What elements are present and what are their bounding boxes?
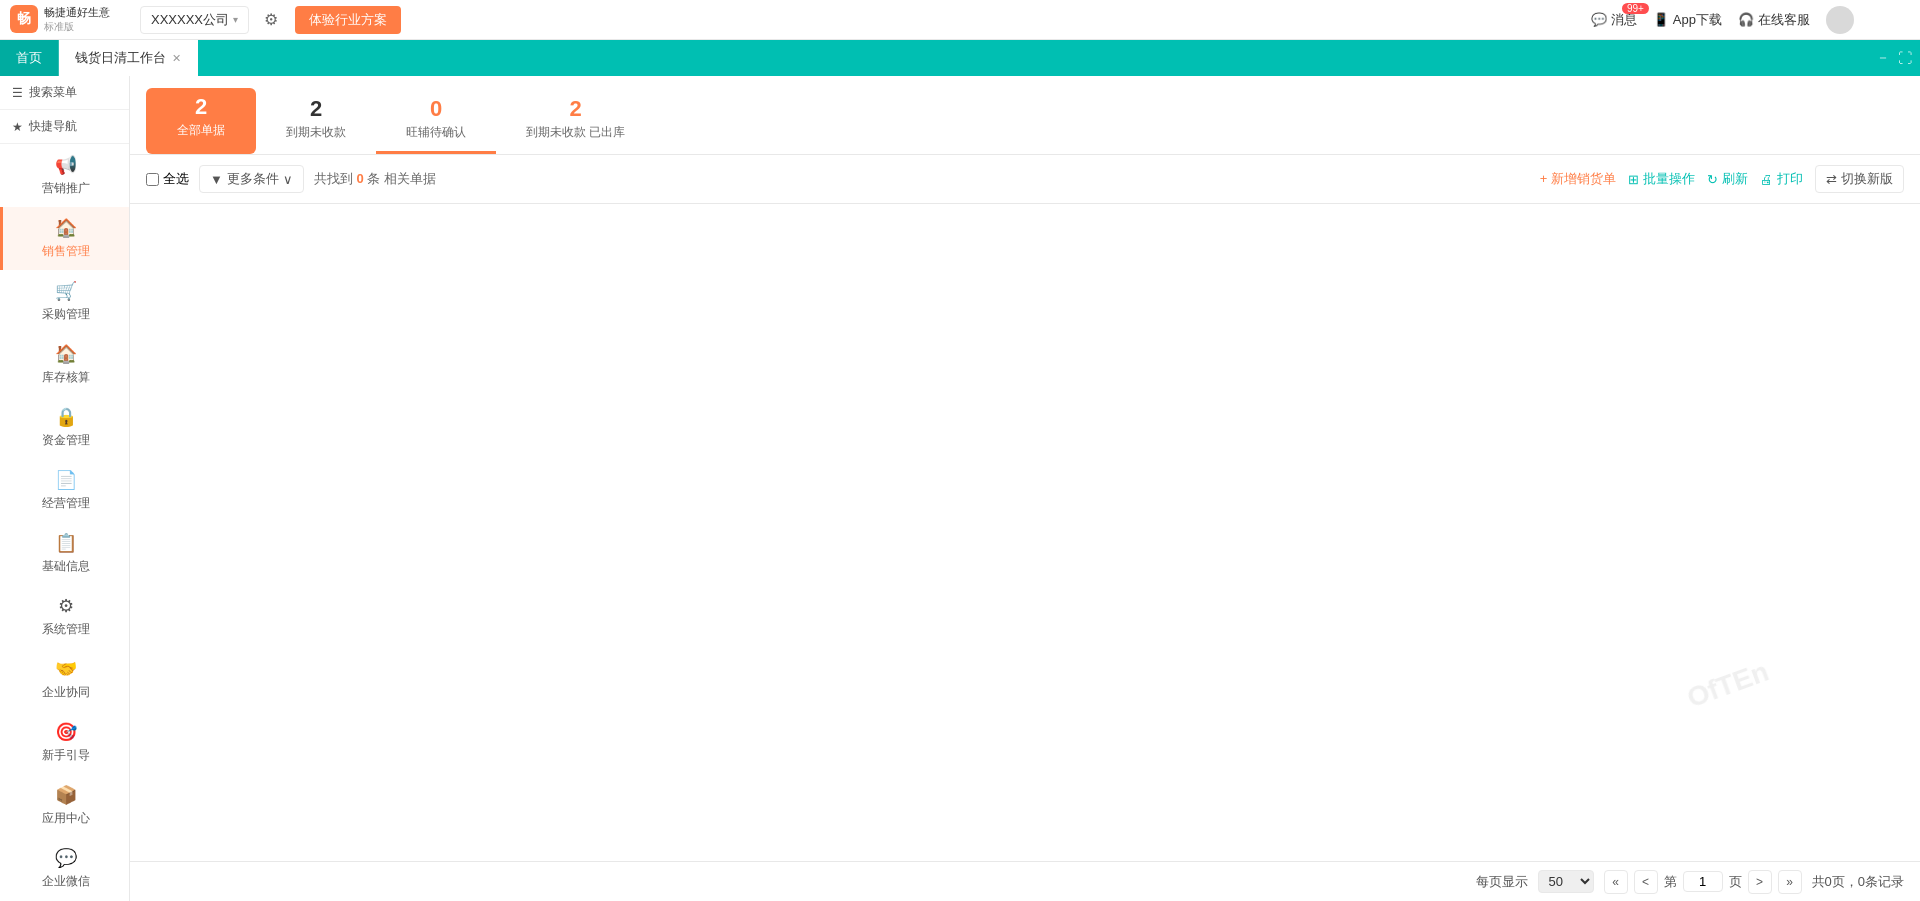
- sidebar-item-cggl[interactable]: 🛒 采购管理: [0, 270, 129, 333]
- switch-btn[interactable]: ⇄ 切换新版: [1815, 165, 1904, 193]
- batch-btn[interactable]: ⊞ 批量操作: [1628, 170, 1695, 188]
- megaphone-icon: 📢: [55, 154, 77, 176]
- sidebar-item-xtgl[interactable]: ⚙ 系统管理: [0, 585, 129, 648]
- inventory-icon: 🏠: [55, 343, 77, 365]
- sidebar-item-jcxx[interactable]: 📋 基础信息: [0, 522, 129, 585]
- add-sale-btn[interactable]: + 新增销货单: [1540, 170, 1616, 188]
- sidebar-item-xsyd[interactable]: 🎯 新手引导: [0, 711, 129, 774]
- sidebar-item-zjgl[interactable]: 🔒 资金管理: [0, 396, 129, 459]
- main-content: 2 全部单据 2 到期未收款 0 旺辅待确认 2 到期未收款 已出库 全选: [130, 76, 1920, 901]
- minimize-icon[interactable]: －: [1876, 49, 1890, 67]
- refresh-icon: ↻: [1707, 172, 1718, 187]
- dropdown-arrow-icon: ▾: [233, 14, 238, 25]
- tab-card-num-overdue-out: 2: [570, 96, 582, 122]
- logo-icon: 畅: [10, 5, 38, 33]
- prev-page-btn[interactable]: <: [1634, 870, 1658, 894]
- sidebar-item-yyzx[interactable]: 📦 应用中心: [0, 774, 129, 837]
- result-count: 0: [357, 171, 364, 186]
- tab-card-num-wangfu: 0: [430, 96, 442, 122]
- tab-card-num-all: 2: [195, 94, 207, 120]
- tab-card-num-overdue: 2: [310, 96, 322, 122]
- message-badge: 99+: [1622, 3, 1649, 14]
- tab-card-all[interactable]: 2 全部单据: [146, 88, 256, 154]
- pagination: « < 第 页 > »: [1604, 870, 1802, 894]
- all-checkbox-input[interactable]: [146, 173, 159, 186]
- footer-pagination: 每页显示 50 100 200 « < 第 页 > »: [130, 861, 1920, 901]
- sidebar-item-xsgl[interactable]: 🏠 销售管理: [0, 207, 129, 270]
- sidebar-search[interactable]: ☰ 搜索菜单: [0, 76, 129, 110]
- company-selector[interactable]: XXXXXX公司 ▾: [140, 6, 249, 34]
- guide-icon: 🎯: [55, 721, 77, 743]
- app-download-btn[interactable]: 📱 App下载: [1653, 11, 1722, 29]
- tab-card-label-wangfu: 旺辅待确认: [406, 124, 466, 141]
- total-count: 共0页，0条记录: [1812, 873, 1904, 891]
- service-icon: 🎧: [1738, 12, 1754, 27]
- trial-btn[interactable]: 体验行业方案: [295, 6, 401, 34]
- sidebar-item-kchsh[interactable]: 🏠 库存核算: [0, 333, 129, 396]
- refresh-btn[interactable]: ↻ 刷新: [1707, 170, 1748, 188]
- sidebar-item-jygl[interactable]: 📄 经营管理: [0, 459, 129, 522]
- page-number-input[interactable]: [1683, 871, 1723, 892]
- print-icon: 🖨: [1760, 172, 1773, 187]
- first-page-btn[interactable]: «: [1604, 870, 1628, 894]
- star-icon: ★: [12, 120, 23, 134]
- settings-icon[interactable]: ⚙: [257, 6, 285, 34]
- avatar[interactable]: [1826, 6, 1854, 34]
- chevron-down-icon: ∨: [283, 172, 293, 187]
- tab-qhdq[interactable]: 钱货日清工作台 ✕: [59, 40, 198, 76]
- select-all-checkbox[interactable]: 全选: [146, 170, 189, 188]
- collab-icon: 🤝: [55, 658, 77, 680]
- batch-icon: ⊞: [1628, 172, 1639, 187]
- logo-text: 畅捷通好生意: [44, 5, 110, 19]
- tab-cards: 2 全部单据 2 到期未收款 0 旺辅待确认 2 到期未收款 已出库: [130, 76, 1920, 155]
- user-name[interactable]: [1870, 6, 1910, 34]
- sidebar-quick-nav[interactable]: ★ 快捷导航: [0, 110, 129, 144]
- logo-badge: 标准版: [44, 20, 110, 34]
- info-icon: 📋: [55, 532, 77, 554]
- app-icon: 📦: [55, 784, 77, 806]
- wechat-icon: 💬: [55, 847, 77, 869]
- system-icon: ⚙: [58, 595, 74, 617]
- tab-close-icon[interactable]: ✕: [172, 52, 181, 65]
- logo-area: 畅 畅捷通好生意 标准版: [10, 5, 140, 33]
- tab-card-label-overdue: 到期未收款: [286, 124, 346, 141]
- page-size-select[interactable]: 50 100 200: [1538, 870, 1594, 893]
- nav-tabs: 首页 钱货日清工作台 ✕ － ⛶: [0, 40, 1920, 76]
- tab-card-label-overdue-out: 到期未收款 已出库: [526, 124, 625, 141]
- filter-btn[interactable]: ▼ 更多条件 ∨: [199, 165, 304, 193]
- online-service-btn[interactable]: 🎧 在线客服: [1738, 11, 1810, 29]
- filter-icon: ▼: [210, 172, 223, 187]
- header-right: 💬 消息 99+ 📱 App下载 🎧 在线客服: [1591, 6, 1910, 34]
- tab-card-overdue[interactable]: 2 到期未收款: [256, 88, 376, 154]
- tab-card-label-all: 全部单据: [177, 122, 225, 139]
- switch-icon: ⇄: [1826, 172, 1837, 187]
- sales-icon: 🏠: [55, 217, 77, 239]
- next-page-btn[interactable]: >: [1748, 870, 1772, 894]
- print-btn[interactable]: 🖨 打印: [1760, 170, 1803, 188]
- business-icon: 📄: [55, 469, 77, 491]
- sidebar-item-qywx[interactable]: 💬 企业微信: [0, 837, 129, 900]
- message-btn[interactable]: 💬 消息 99+: [1591, 11, 1637, 29]
- tab-card-wangfu[interactable]: 0 旺辅待确认: [376, 88, 496, 154]
- finance-icon: 🔒: [55, 406, 77, 428]
- purchase-icon: 🛒: [55, 280, 77, 302]
- last-page-btn[interactable]: »: [1778, 870, 1802, 894]
- search-icon: ☰: [12, 86, 23, 100]
- nav-actions: － ⛶: [1876, 49, 1920, 67]
- sidebar-item-qyxt[interactable]: 🤝 企业协同: [0, 648, 129, 711]
- download-icon: 📱: [1653, 12, 1669, 27]
- tab-home[interactable]: 首页: [0, 40, 59, 76]
- toolbar-right: + 新增销货单 ⊞ 批量操作 ↻ 刷新 🖨 打印 ⇄ 切换新版: [1540, 165, 1904, 193]
- tab-card-overdue-out[interactable]: 2 到期未收款 已出库: [496, 88, 655, 154]
- sidebar-item-yxtg[interactable]: 📢 营销推广: [0, 144, 129, 207]
- top-header: 畅 畅捷通好生意 标准版 XXXXXX公司 ▾ ⚙ 体验行业方案 💬 消息 99…: [0, 0, 1920, 40]
- table-area: [130, 204, 1920, 861]
- result-text: 共找到 0 条 相关单据: [314, 170, 436, 188]
- toolbar-left: 全选 ▼ 更多条件 ∨ 共找到 0 条 相关单据: [146, 165, 436, 193]
- sidebar: ☰ 搜索菜单 ★ 快捷导航 📢 营销推广 🏠 销售管理 🛒 采购管理 🏠 库存核…: [0, 76, 130, 901]
- maximize-icon[interactable]: ⛶: [1898, 50, 1912, 66]
- message-icon: 💬: [1591, 12, 1607, 27]
- main-layout: ☰ 搜索菜单 ★ 快捷导航 📢 营销推广 🏠 销售管理 🛒 采购管理 🏠 库存核…: [0, 76, 1920, 901]
- toolbar: 全选 ▼ 更多条件 ∨ 共找到 0 条 相关单据 + 新增销货单 ⊞: [130, 155, 1920, 204]
